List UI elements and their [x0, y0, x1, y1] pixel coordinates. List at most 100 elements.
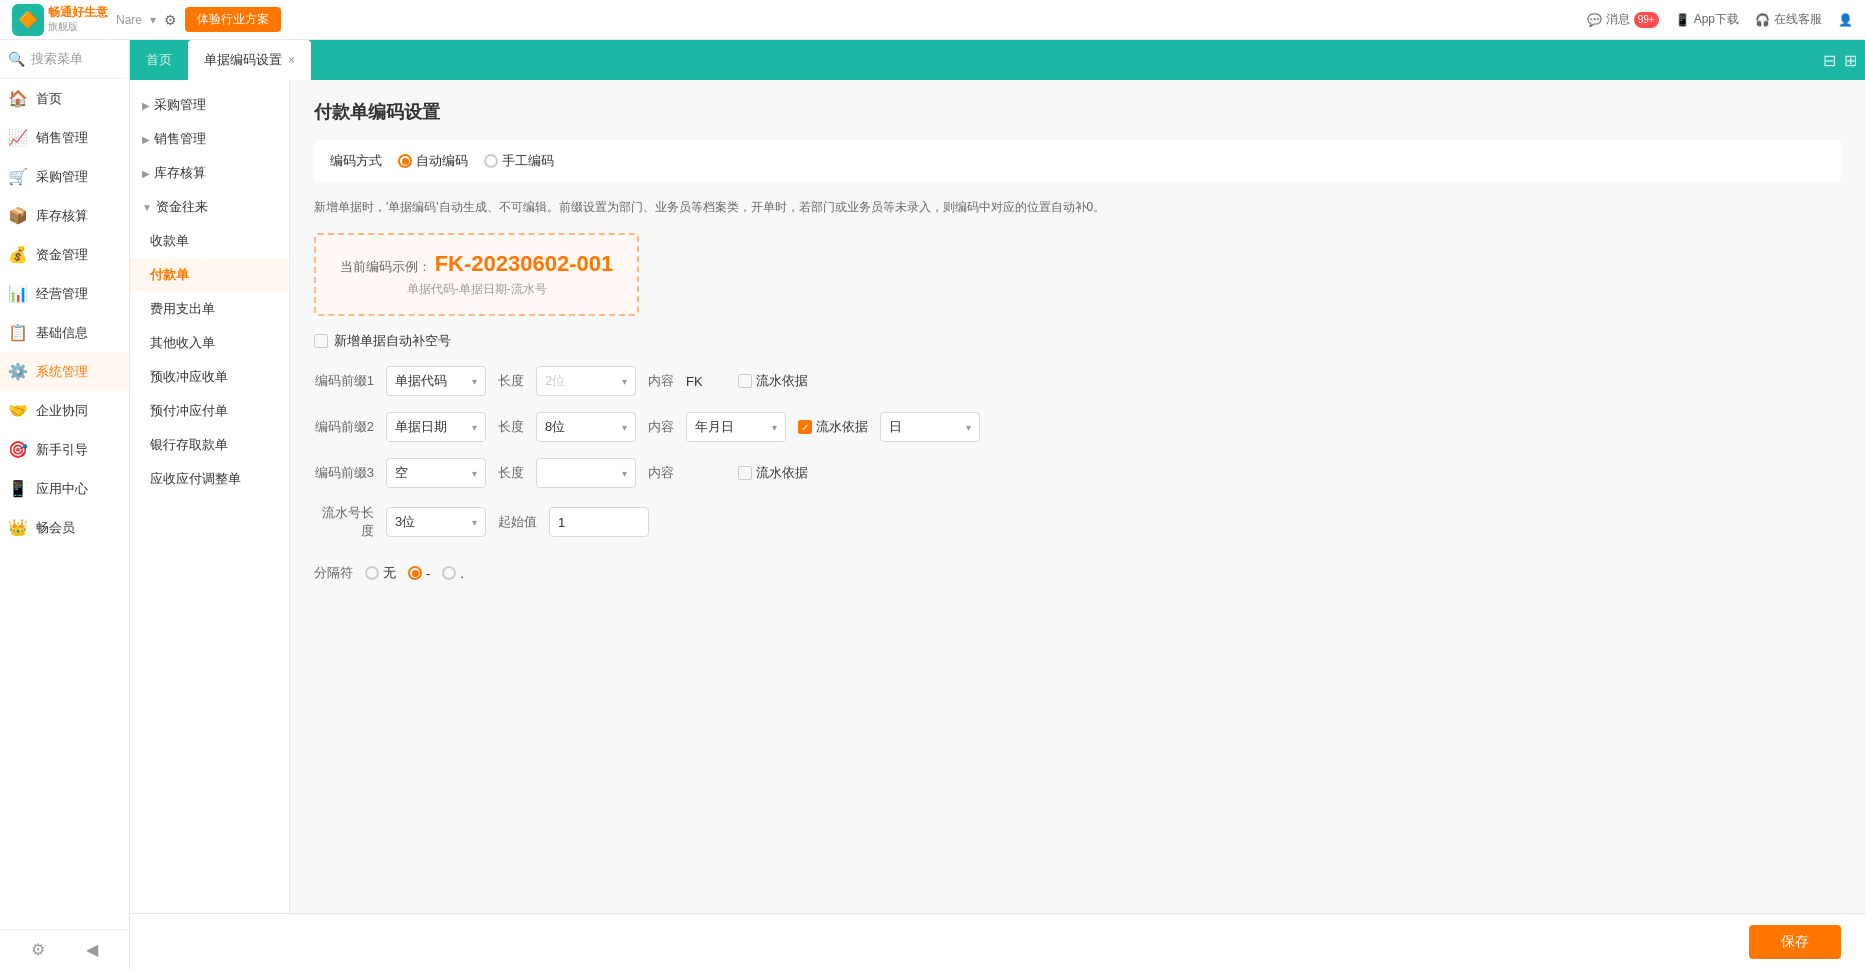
sidebar-item-purchase[interactable]: 🛒 采购管理 [0, 157, 129, 196]
sidebar-item-finance[interactable]: 💰 资金管理 [0, 235, 129, 274]
prefix2-select-arrow-icon: ▾ [472, 422, 477, 433]
chevron-down-icon[interactable]: ▾ [150, 13, 156, 27]
prefix2-serial-label: 流水依据 [816, 418, 868, 436]
save-button[interactable]: 保存 [1749, 925, 1841, 959]
prefix3-select[interactable]: 空 ▾ [386, 458, 486, 488]
member-icon: 👑 [8, 518, 28, 537]
separator-dash-label: - [426, 566, 430, 581]
sidebar-item-label: 企业协同 [36, 402, 88, 420]
code-preview-box: 当前编码示例： FK-20230602-001 单据代码-单据日期-流水号 [314, 233, 639, 316]
prefix2-granularity-arrow-icon: ▾ [966, 422, 971, 433]
sec-item-other-income[interactable]: 其他收入单 [130, 326, 289, 360]
prefix2-serial-row: ✓ 流水依据 [798, 418, 868, 436]
sidebar-item-label: 首页 [36, 90, 62, 108]
prefix1-label: 编码前缀1 [314, 372, 374, 390]
serial-length-text: 3位 [395, 513, 464, 531]
separator-none-label: 无 [383, 564, 396, 582]
manual-code-radio[interactable]: 手工编码 [484, 152, 554, 170]
message-item[interactable]: 💬 消息 99+ [1587, 11, 1659, 28]
inventory-icon: 📦 [8, 206, 28, 225]
app-download-item[interactable]: 📱 App下载 [1675, 11, 1739, 28]
sidebar-item-basic[interactable]: 📋 基础信息 [0, 313, 129, 352]
phone-icon: 📱 [1675, 13, 1690, 27]
sidebar-item-guide[interactable]: 🎯 新手引导 [0, 430, 129, 469]
settings-bottom-icon[interactable]: ⚙ [31, 940, 45, 959]
sidebar-item-inventory[interactable]: 📦 库存核算 [0, 196, 129, 235]
sidebar-item-sales[interactable]: 📈 销售管理 [0, 118, 129, 157]
main-layout: 🔍 搜索菜单 🏠 首页 📈 销售管理 🛒 采购管理 📦 库存核算 💰 资金管理 … [0, 40, 1865, 969]
sec-group-sales[interactable]: ▶ 销售管理 [130, 122, 289, 156]
prefix1-select[interactable]: 单据代码 ▾ [386, 366, 486, 396]
sidebar-item-member[interactable]: 👑 畅会员 [0, 508, 129, 547]
auto-fill-checkbox[interactable] [314, 334, 328, 348]
sidebar-item-enterprise[interactable]: 🤝 企业协同 [0, 391, 129, 430]
basic-icon: 📋 [8, 323, 28, 342]
sec-item-pre-receive[interactable]: 预收冲应收单 [130, 360, 289, 394]
sidebar-item-operation[interactable]: 📊 经营管理 [0, 274, 129, 313]
prefix1-serial-checkbox[interactable] [738, 374, 752, 388]
separator-none-radio[interactable]: 无 [365, 564, 396, 582]
sec-item-adjust[interactable]: 应收应付调整单 [130, 462, 289, 496]
arrow-purchase-icon: ▶ [142, 100, 150, 111]
online-service-item[interactable]: 🎧 在线客服 [1755, 11, 1822, 28]
prefix2-select[interactable]: 单据日期 ▾ [386, 412, 486, 442]
page-title: 付款单编码设置 [314, 100, 1841, 124]
sec-item-other-income-label: 其他收入单 [150, 335, 215, 350]
tab-home[interactable]: 首页 [130, 40, 188, 80]
serial-start-label: 起始值 [498, 513, 537, 531]
sidebar-item-label: 基础信息 [36, 324, 88, 342]
sec-item-pre-pay-label: 预付冲应付单 [150, 403, 228, 418]
collapse-icon[interactable]: ◀ [86, 940, 98, 959]
logo-icon: 🔶 [12, 4, 44, 36]
sidebar-item-label: 资金管理 [36, 246, 88, 264]
prefix2-content-select[interactable]: 年月日 ▾ [686, 412, 786, 442]
prefix3-serial-checkbox[interactable] [738, 466, 752, 480]
user-info[interactable]: 👤 [1838, 13, 1853, 27]
separator-dash-radio[interactable]: - [408, 566, 430, 581]
auto-code-radio[interactable]: 自动编码 [398, 152, 468, 170]
tab-close-icon[interactable]: × [288, 53, 295, 67]
serial-row: 流水号长度 3位 ▾ 起始值 [314, 504, 1841, 540]
message-icon: 💬 [1587, 13, 1602, 27]
prefix2-granularity-select[interactable]: 日 ▾ [880, 412, 980, 442]
logo-area: 🔶 畅通好生意 旗舰版 [12, 4, 108, 36]
search-menu[interactable]: 🔍 搜索菜单 [0, 40, 129, 79]
sec-item-payment[interactable]: 付款单 [130, 258, 289, 292]
prefix3-length-label: 长度 [498, 464, 524, 482]
prefix3-row: 编码前缀3 空 ▾ 长度 ▾ 内容 流水依据 [314, 458, 1841, 488]
sec-group-inventory[interactable]: ▶ 库存核算 [130, 156, 289, 190]
sec-item-receipt[interactable]: 收款单 [130, 224, 289, 258]
serial-start-input[interactable] [549, 507, 649, 537]
arrow-sales-icon: ▶ [142, 134, 150, 145]
encoding-type-label: 编码方式 [330, 152, 382, 170]
sec-item-expense[interactable]: 费用支出单 [130, 292, 289, 326]
minimize-icon[interactable]: ⊟ [1823, 51, 1836, 70]
sidebar-item-home[interactable]: 🏠 首页 [0, 79, 129, 118]
prefix1-row: 编码前缀1 单据代码 ▾ 长度 2位 ▾ 内容 FK 流水依据 [314, 366, 1841, 396]
sec-group-purchase-label: 采购管理 [154, 96, 206, 114]
serial-length-select[interactable]: 3位 ▾ [386, 507, 486, 537]
sidebar-item-label: 采购管理 [36, 168, 88, 186]
sec-item-adjust-label: 应收应付调整单 [150, 471, 241, 486]
tab-encoding-settings[interactable]: 单据编码设置 × [188, 40, 311, 80]
prefix3-length-select[interactable]: ▾ [536, 458, 636, 488]
prefix1-length-label: 长度 [498, 372, 524, 390]
separator-dot-radio[interactable]: . [442, 566, 464, 581]
prefix2-serial-checkbox[interactable]: ✓ [798, 420, 812, 434]
sales-icon: 📈 [8, 128, 28, 147]
prefix3-content-label: 内容 [648, 464, 674, 482]
sidebar-item-system[interactable]: ⚙️ 系统管理 [0, 352, 129, 391]
prefix2-length-select[interactable]: 8位 ▾ [536, 412, 636, 442]
sec-group-purchase[interactable]: ▶ 采购管理 [130, 88, 289, 122]
sec-item-bank[interactable]: 银行存取款单 [130, 428, 289, 462]
solution-button[interactable]: 体验行业方案 [185, 7, 281, 32]
separator-row: 分隔符 无 - . [314, 564, 1841, 582]
sec-group-finance[interactable]: ▼ 资金往来 [130, 190, 289, 224]
prefix1-length-select[interactable]: 2位 ▾ [536, 366, 636, 396]
maximize-icon[interactable]: ⊞ [1844, 51, 1857, 70]
serial-length-arrow-icon: ▾ [472, 517, 477, 528]
prefix3-serial-row: 流水依据 [738, 464, 808, 482]
sidebar-item-app-center[interactable]: 📱 应用中心 [0, 469, 129, 508]
sec-item-pre-pay[interactable]: 预付冲应付单 [130, 394, 289, 428]
gear-icon[interactable]: ⚙ [164, 12, 177, 28]
